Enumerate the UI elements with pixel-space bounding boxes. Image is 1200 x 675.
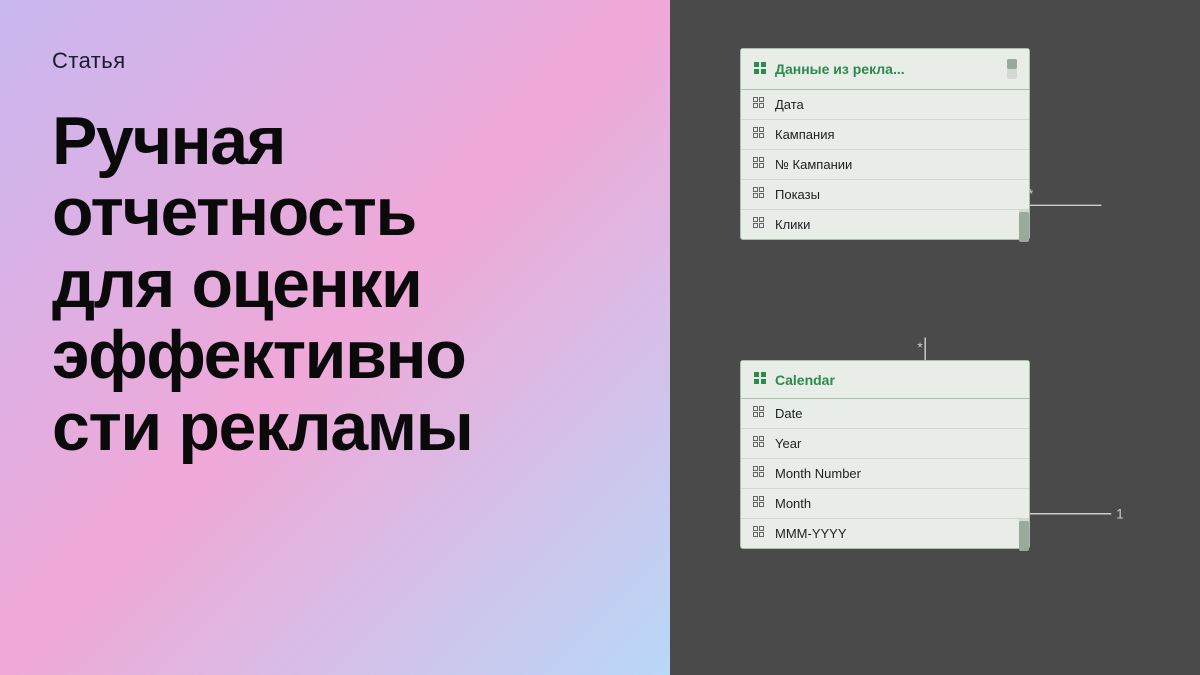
table-row: Дата — [741, 90, 1029, 120]
table2-row4-label: Month — [775, 496, 811, 511]
row-icon — [753, 406, 767, 421]
table1-body: Дата Кампания — [741, 90, 1029, 239]
table-row: Month — [741, 489, 1029, 519]
left-panel: Статья Ручная отчетность для оценки эффе… — [0, 0, 670, 675]
table-row: № Кампании — [741, 150, 1029, 180]
table1-header-label: Данные из рекла... — [775, 61, 905, 77]
table1-row4-label: Показы — [775, 187, 820, 202]
table-icon-bottom — [753, 371, 767, 388]
table2-row1-label: Date — [775, 406, 802, 421]
diagram-container: * * 1 1 — [700, 20, 1170, 655]
row-icon — [753, 157, 767, 172]
scrollbar-up[interactable] — [1007, 59, 1017, 79]
row-icon — [753, 466, 767, 481]
scrollbar-track-2[interactable] — [1019, 519, 1029, 548]
table-row: Month Number — [741, 459, 1029, 489]
table-icon-top — [753, 61, 767, 78]
table-card-bottom: Calendar Date — [740, 360, 1030, 549]
table-row: Year — [741, 429, 1029, 459]
table-header-top: Данные из рекла... — [741, 49, 1029, 90]
table2-row5-label: MMM-YYYY — [775, 526, 847, 541]
table-row: Клики — [741, 210, 1029, 239]
table-row: Date — [741, 399, 1029, 429]
row-icon — [753, 217, 767, 232]
table1-row3-label: № Кампании — [775, 157, 852, 172]
row-icon — [753, 187, 767, 202]
main-title: Ручная отчетность для оценки эффективно … — [52, 106, 618, 463]
row-icon — [753, 97, 767, 112]
table1-row2-label: Кампания — [775, 127, 835, 142]
right-panel: * * 1 1 — [670, 0, 1200, 675]
table2-row2-label: Year — [775, 436, 801, 451]
table-header-bottom: Calendar — [741, 361, 1029, 399]
table-row: MMM-YYYY — [741, 519, 1029, 548]
table-card-top: Данные из рекла... — [740, 48, 1030, 240]
scrollbar-thumb[interactable] — [1019, 212, 1029, 242]
table-row: Показы — [741, 180, 1029, 210]
table1-row1-label: Дата — [775, 97, 804, 112]
row-icon — [753, 127, 767, 142]
scrollbar-thumb-2[interactable] — [1019, 521, 1029, 551]
table2-body: Date Year — [741, 399, 1029, 548]
row-icon — [753, 436, 767, 451]
scrollbar-track[interactable] — [1019, 210, 1029, 239]
table2-row3-label: Month Number — [775, 466, 861, 481]
table2-header-label: Calendar — [775, 372, 835, 388]
svg-text:*: * — [917, 340, 923, 355]
svg-text:1: 1 — [1116, 507, 1124, 522]
article-label: Статья — [52, 48, 618, 74]
row-icon — [753, 526, 767, 541]
table1-row5-label: Клики — [775, 217, 810, 232]
row-icon — [753, 496, 767, 511]
table-row: Кампания — [741, 120, 1029, 150]
